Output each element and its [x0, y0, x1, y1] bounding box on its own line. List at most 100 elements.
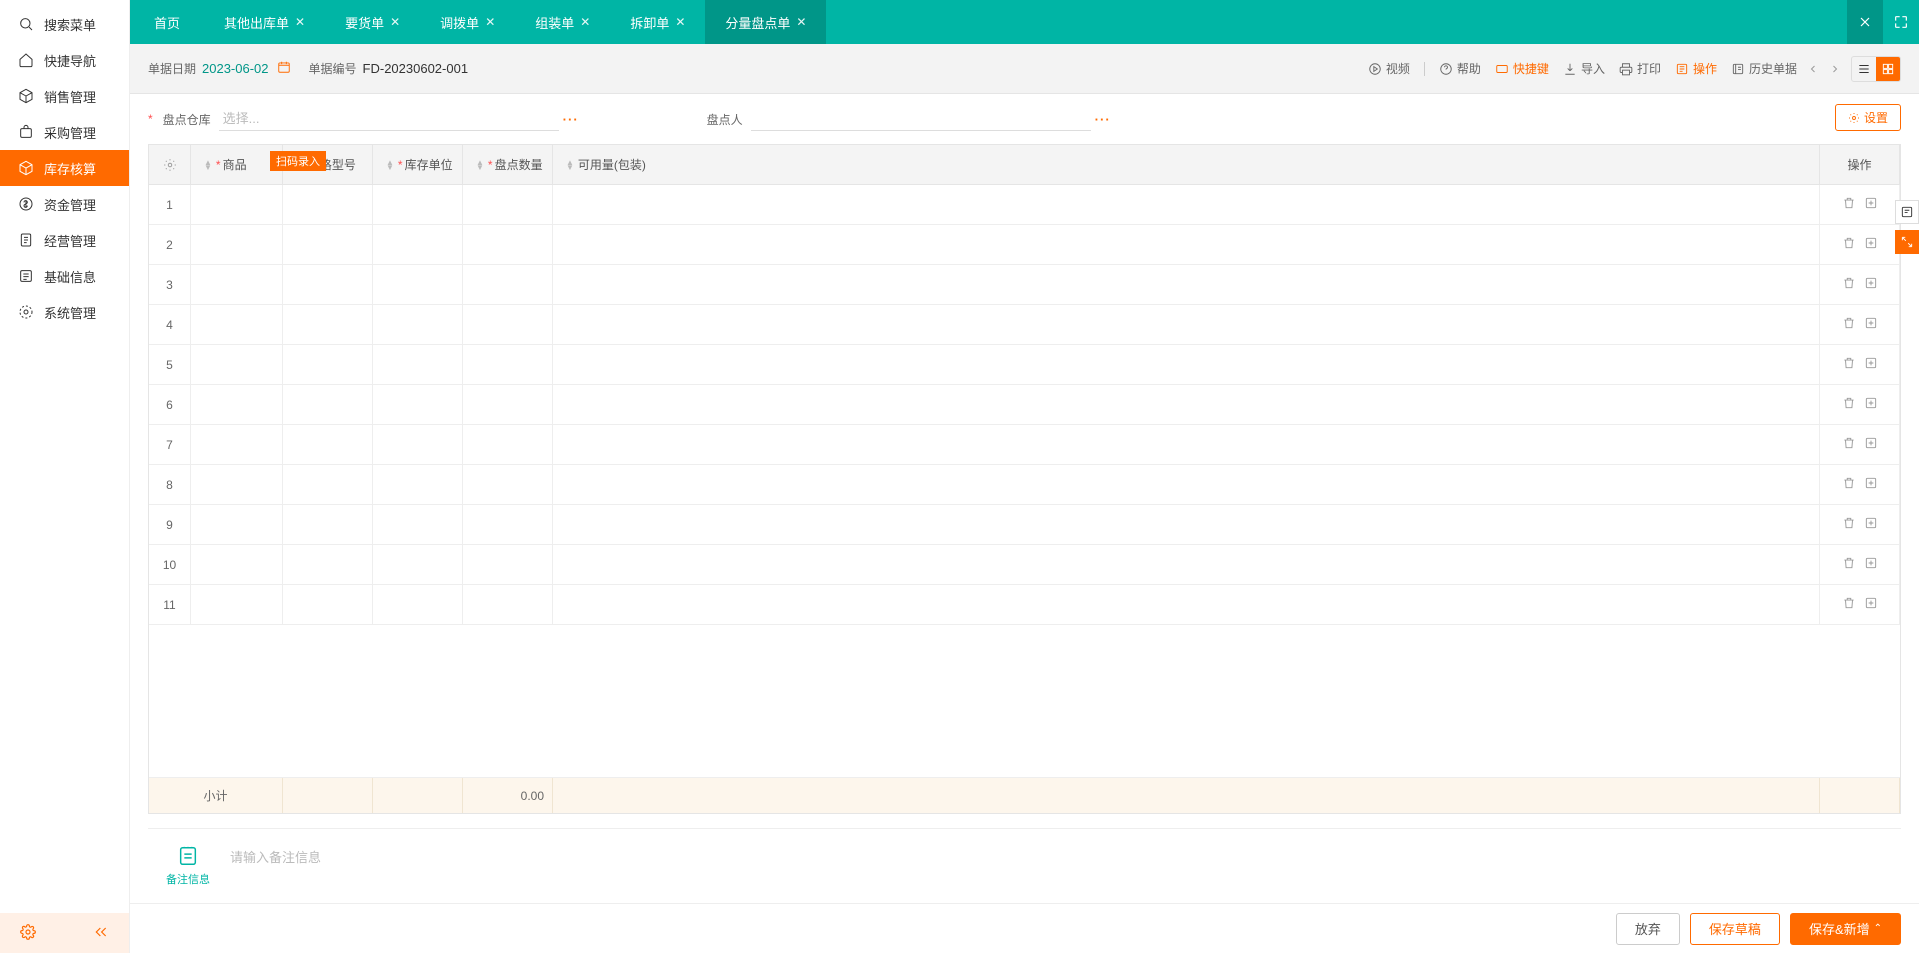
delete-icon[interactable] — [1842, 196, 1856, 213]
view-grid-icon[interactable] — [1876, 57, 1900, 81]
col-product[interactable]: ▲▼*商品 扫码录入 — [191, 145, 283, 184]
sidebar-item-label: 经营管理 — [44, 231, 96, 250]
tool-print[interactable]: 打印 — [1619, 60, 1661, 77]
tool-import[interactable]: 导入 — [1563, 60, 1605, 77]
delete-icon[interactable] — [1842, 396, 1856, 413]
edge-detail-icon[interactable] — [1895, 200, 1919, 224]
tab-6[interactable]: 分量盘点单✕ — [705, 0, 826, 44]
sidebar-item-0[interactable]: 搜索菜单 — [0, 6, 129, 42]
close-all-icon[interactable] — [1847, 0, 1883, 44]
delete-icon[interactable] — [1842, 436, 1856, 453]
person-input[interactable] — [751, 107, 1091, 131]
warehouse-more-icon[interactable]: ··· — [563, 112, 579, 127]
scan-badge[interactable]: 扫码录入 — [270, 151, 326, 171]
table-row[interactable]: 9 — [149, 505, 1900, 545]
table-row[interactable]: 4 — [149, 305, 1900, 345]
delete-icon[interactable] — [1842, 356, 1856, 373]
close-icon[interactable]: ✕ — [580, 15, 590, 29]
table-row[interactable]: 8 — [149, 465, 1900, 505]
tool-operate[interactable]: 操作 — [1675, 60, 1717, 77]
sidebar-item-6[interactable]: 经营管理 — [0, 222, 129, 258]
add-icon[interactable] — [1864, 276, 1878, 293]
prev-icon[interactable] — [1807, 63, 1819, 75]
add-icon[interactable] — [1864, 356, 1878, 373]
tool-shortcut[interactable]: 快捷键 — [1495, 60, 1549, 77]
table-row[interactable]: 7 — [149, 425, 1900, 465]
row-index: 8 — [149, 465, 191, 504]
save-new-button[interactable]: 保存&新增⌃ — [1790, 913, 1901, 945]
warehouse-input[interactable] — [219, 107, 559, 131]
tool-history[interactable]: 历史单据 — [1731, 60, 1797, 77]
close-icon[interactable]: ✕ — [485, 15, 495, 29]
tab-4[interactable]: 组装单✕ — [515, 0, 610, 44]
tab-0[interactable]: 首页 — [130, 0, 204, 44]
view-toggle — [1851, 56, 1901, 82]
add-icon[interactable] — [1864, 476, 1878, 493]
person-more-icon[interactable]: ··· — [1095, 112, 1111, 127]
col-unit[interactable]: ▲▼*库存单位 — [373, 145, 463, 184]
tab-5[interactable]: 拆卸单✕ — [610, 0, 705, 44]
col-qty[interactable]: ▲▼*盘点数量 — [463, 145, 553, 184]
table-row[interactable]: 5 — [149, 345, 1900, 385]
table-row[interactable]: 11 — [149, 585, 1900, 625]
row-index: 3 — [149, 265, 191, 304]
table-row[interactable]: 3 — [149, 265, 1900, 305]
tool-help[interactable]: 帮助 — [1439, 60, 1481, 77]
delete-icon[interactable] — [1842, 276, 1856, 293]
table-row[interactable]: 2 — [149, 225, 1900, 265]
sidebar-item-label: 采购管理 — [44, 123, 96, 142]
close-icon[interactable]: ✕ — [675, 15, 685, 29]
table-row[interactable]: 6 — [149, 385, 1900, 425]
add-icon[interactable] — [1864, 196, 1878, 213]
delete-icon[interactable] — [1842, 236, 1856, 253]
remark-input[interactable] — [228, 845, 1883, 885]
table-row[interactable]: 10 — [149, 545, 1900, 585]
sidebar-item-2[interactable]: 销售管理 — [0, 78, 129, 114]
col-gear[interactable] — [149, 145, 191, 184]
calendar-icon[interactable] — [277, 60, 291, 77]
add-icon[interactable] — [1864, 516, 1878, 533]
table-head: ▲▼*商品 扫码录入 ▲▼规格型号 ▲▼*库存单位 ▲▼*盘点数量 ▲▼可用量(… — [149, 145, 1900, 185]
sidebar-item-7[interactable]: 基础信息 — [0, 258, 129, 294]
settings-button[interactable]: 设置 — [1835, 104, 1901, 131]
table-row[interactable]: 1 — [149, 185, 1900, 225]
delete-icon[interactable] — [1842, 476, 1856, 493]
fullscreen-icon[interactable] — [1883, 0, 1919, 44]
date-value[interactable]: 2023-06-02 — [202, 61, 269, 76]
row-index: 9 — [149, 505, 191, 544]
add-icon[interactable] — [1864, 596, 1878, 613]
next-icon[interactable] — [1829, 63, 1841, 75]
discard-button[interactable]: 放弃 — [1616, 913, 1680, 945]
save-draft-button[interactable]: 保存草稿 — [1690, 913, 1780, 945]
edge-expand-icon[interactable] — [1895, 230, 1919, 254]
row-index: 1 — [149, 185, 191, 224]
tab-1[interactable]: 其他出库单✕ — [204, 0, 325, 44]
close-icon[interactable]: ✕ — [796, 15, 806, 29]
add-icon[interactable] — [1864, 556, 1878, 573]
sidebar-item-label: 快捷导航 — [44, 51, 96, 70]
close-icon[interactable]: ✕ — [390, 15, 400, 29]
tab-2[interactable]: 要货单✕ — [325, 0, 420, 44]
sidebar-item-1[interactable]: 快捷导航 — [0, 42, 129, 78]
sidebar-item-4[interactable]: 库存核算 — [0, 150, 129, 186]
sidebar-item-5[interactable]: 资金管理 — [0, 186, 129, 222]
add-icon[interactable] — [1864, 436, 1878, 453]
table-body: 1234567891011 — [149, 185, 1900, 777]
person-label: 盘点人 — [689, 111, 743, 128]
delete-icon[interactable] — [1842, 596, 1856, 613]
sidebar-item-8[interactable]: 系统管理 — [0, 294, 129, 330]
gear-icon[interactable] — [20, 924, 36, 943]
tool-video[interactable]: 视频 — [1368, 60, 1410, 77]
add-icon[interactable] — [1864, 236, 1878, 253]
col-avail[interactable]: ▲▼可用量(包装) — [553, 145, 1820, 184]
close-icon[interactable]: ✕ — [295, 15, 305, 29]
delete-icon[interactable] — [1842, 556, 1856, 573]
add-icon[interactable] — [1864, 316, 1878, 333]
delete-icon[interactable] — [1842, 516, 1856, 533]
delete-icon[interactable] — [1842, 316, 1856, 333]
view-list-icon[interactable] — [1852, 57, 1876, 81]
collapse-icon[interactable] — [93, 924, 109, 943]
sidebar-item-3[interactable]: 采购管理 — [0, 114, 129, 150]
add-icon[interactable] — [1864, 396, 1878, 413]
tab-3[interactable]: 调拨单✕ — [420, 0, 515, 44]
